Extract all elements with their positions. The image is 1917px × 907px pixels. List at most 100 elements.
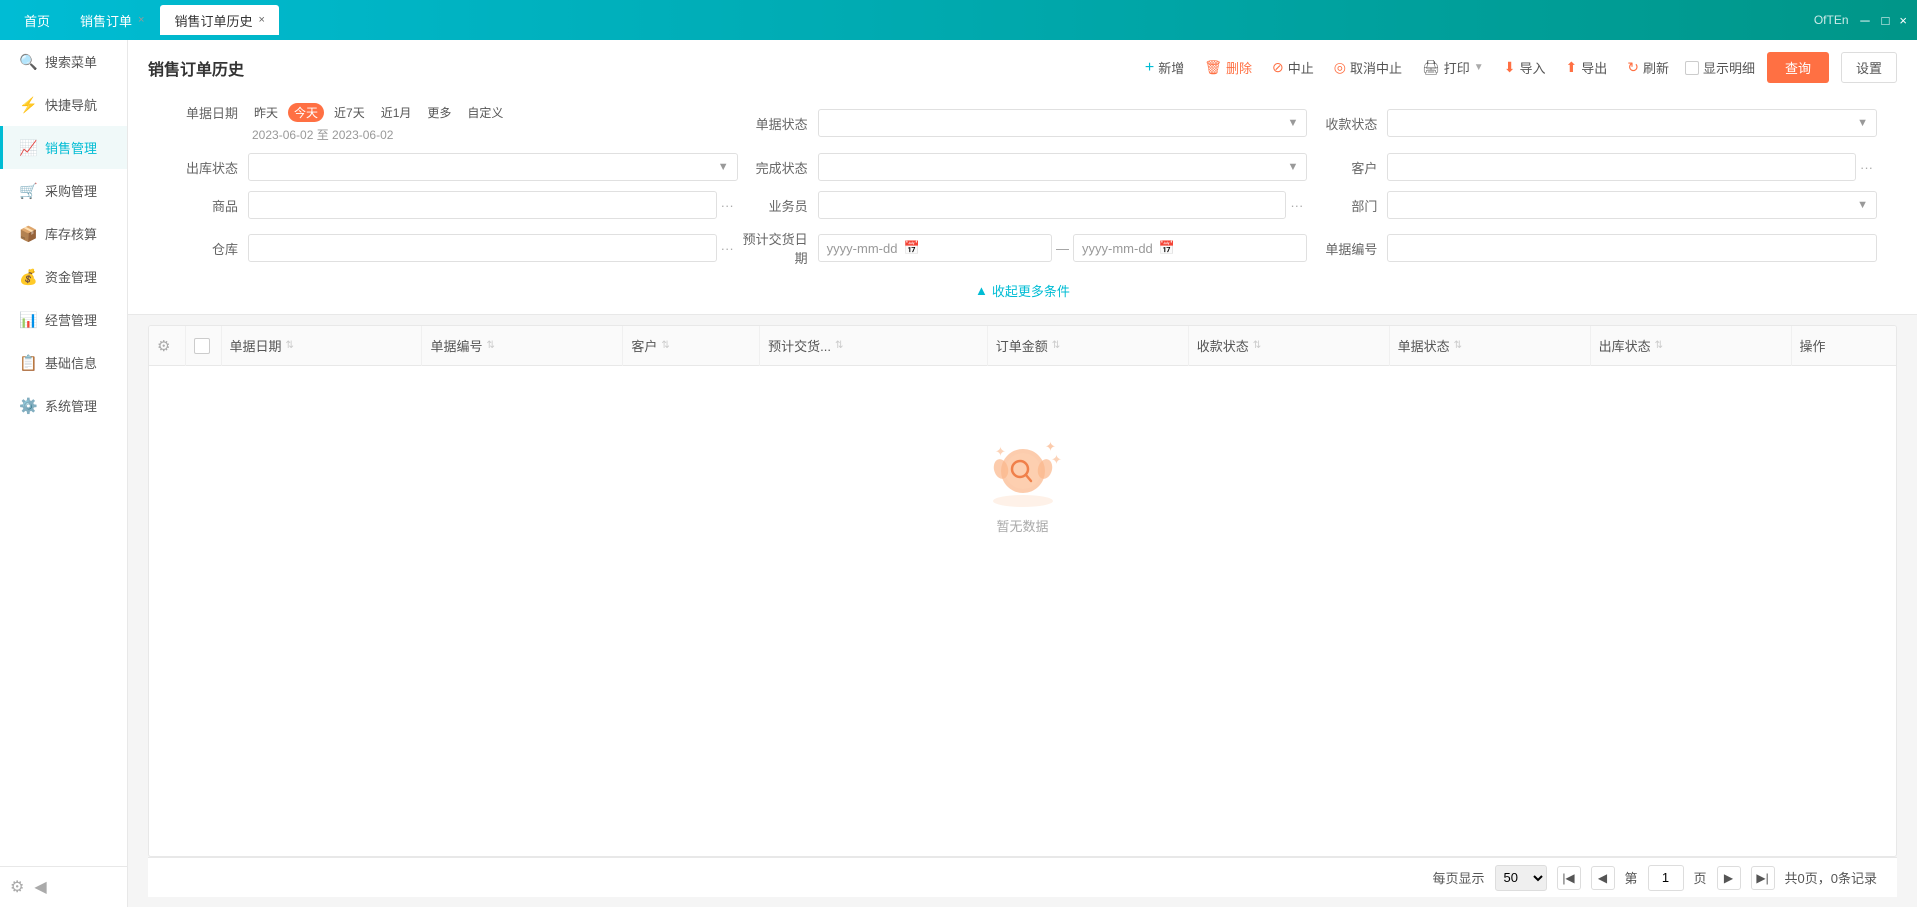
product-ellipsis[interactable]: ··· — [717, 198, 738, 213]
th-action-label: 操作 — [1800, 339, 1826, 354]
th-amount-label: 订单金额 — [996, 336, 1048, 355]
table-settings-icon[interactable]: ⚙ — [157, 338, 170, 355]
add-button[interactable]: + 新增 — [1141, 56, 1188, 79]
date-tag-1month[interactable]: 近1月 — [375, 103, 418, 122]
warehouse-ellipsis[interactable]: ··· — [717, 241, 738, 256]
setting-button[interactable]: 设置 — [1841, 52, 1897, 83]
pay-status-arrow: ▼ — [1857, 117, 1868, 129]
prev-page-btn[interactable]: ◀ — [1591, 866, 1615, 890]
date-range-display: 2023-06-02 至 2023-06-02 — [252, 126, 738, 143]
tab-sales-order-history[interactable]: 销售订单历史 × — [160, 5, 278, 35]
pay-status-label: 收款状态 — [1307, 114, 1387, 133]
delete-button[interactable]: 🗑 删除 — [1200, 56, 1256, 79]
filter-area: 单据日期 昨天 今天 近7天 近1月 更多 自定义 2023-06-02 至 2… — [148, 93, 1897, 314]
th-date-sort[interactable]: ⇅ — [286, 340, 294, 351]
delivery-date-end[interactable]: yyyy-mm-dd 📅 — [1073, 234, 1307, 262]
order-status-arrow: ▼ — [1287, 117, 1298, 129]
display-toggle[interactable]: 显示明细 — [1685, 58, 1755, 77]
sidebar-item-fund-mgmt[interactable]: 💰 资金管理 — [0, 255, 127, 298]
order-no-label: 单据编号 — [1307, 239, 1387, 258]
collapse-row[interactable]: ▲ 收起更多条件 — [168, 277, 1877, 304]
query-button[interactable]: 查询 — [1767, 52, 1829, 83]
sidebar-item-inventory-check[interactable]: 📦 库存核算 — [0, 212, 127, 255]
department-select[interactable]: ▼ — [1387, 191, 1877, 219]
customer-input[interactable] — [1387, 153, 1856, 181]
th-order-no-sort[interactable]: ⇅ — [486, 340, 494, 351]
th-settings: ⚙ — [149, 326, 185, 366]
stop-button[interactable]: ⊘ 中止 — [1268, 56, 1318, 79]
tab-home[interactable]: 首页 — [10, 5, 64, 35]
warehouse-input[interactable] — [248, 234, 717, 262]
next-page-btn[interactable]: ▶ — [1717, 866, 1741, 890]
tab-sales-order-close[interactable]: × — [138, 14, 144, 26]
date-tag-7days[interactable]: 近7天 — [328, 103, 371, 122]
th-delivery-date-label: 预计交货... — [768, 336, 831, 355]
sidebar-item-sales-mgmt[interactable]: 📈 销售管理 — [0, 126, 127, 169]
order-status-select[interactable]: ▼ — [818, 109, 1308, 137]
department-label: 部门 — [1307, 196, 1387, 215]
salesman-input[interactable] — [818, 191, 1287, 219]
th-pay-status-sort[interactable]: ⇅ — [1253, 340, 1261, 351]
display-toggle-checkbox[interactable] — [1685, 61, 1699, 75]
last-page-btn[interactable]: ▶| — [1751, 866, 1775, 890]
add-icon: + — [1145, 59, 1154, 77]
customer-ellipsis[interactable]: ··· — [1856, 160, 1877, 175]
select-all-checkbox[interactable] — [194, 338, 210, 354]
th-delivery-sort[interactable]: ⇅ — [835, 340, 843, 351]
th-stock-status-sort[interactable]: ⇅ — [1655, 340, 1663, 351]
sidebar-item-basic-info[interactable]: 📋 基础信息 — [0, 341, 127, 384]
th-customer-sort[interactable]: ⇅ — [661, 340, 669, 351]
tab-sales-order[interactable]: 销售订单 × — [66, 5, 158, 35]
export-button[interactable]: ⬆ 导出 — [1561, 56, 1611, 79]
salesman-ellipsis[interactable]: ··· — [1286, 198, 1307, 213]
page-title: 销售订单历史 — [148, 56, 244, 80]
date-tag-more[interactable]: 更多 — [421, 103, 457, 122]
delivery-date-start[interactable]: yyyy-mm-dd 📅 — [818, 234, 1052, 262]
quick-nav-icon: ⚡ — [19, 96, 37, 114]
sidebar-sales-mgmt-label: 销售管理 — [45, 138, 97, 157]
sidebar-sys-mgmt-label: 系统管理 — [45, 396, 97, 415]
page-size-label: 每页显示 — [1432, 868, 1484, 887]
content-area: 销售订单历史 + 新增 🗑 删除 ⊘ 中止 ◎ — [128, 40, 1917, 907]
print-button[interactable]: 🖨 打印 ▼ — [1418, 56, 1488, 79]
date-tag-yesterday[interactable]: 昨天 — [248, 103, 284, 122]
window-minimize[interactable]: － — [1859, 11, 1872, 30]
window-maximize[interactable]: □ — [1882, 13, 1890, 28]
table-header-row: ⚙ 单据日期 ⇅ — [149, 326, 1896, 366]
out-stock-select[interactable]: ▼ — [248, 153, 738, 181]
page-number-input[interactable] — [1648, 865, 1684, 891]
tab-sales-order-history-close[interactable]: × — [258, 14, 264, 26]
th-order-status-sort[interactable]: ⇅ — [1454, 340, 1462, 351]
date-tags: 昨天 今天 近7天 近1月 更多 自定义 — [248, 103, 738, 122]
order-no-input[interactable] — [1387, 234, 1877, 262]
delete-icon: 🗑 — [1204, 59, 1222, 76]
date-tag-custom[interactable]: 自定义 — [461, 103, 509, 122]
th-action: 操作 — [1791, 326, 1896, 366]
sidebar-item-quick-nav[interactable]: ⚡ 快捷导航 — [0, 83, 127, 126]
empty-row: ✦ ✦ ✦ 暂无数据 — [149, 366, 1896, 596]
complete-status-select[interactable]: ▼ — [818, 153, 1308, 181]
date-tag-today[interactable]: 今天 — [288, 103, 324, 122]
sidebar-item-search-menu[interactable]: 🔍 搜索菜单 — [0, 40, 127, 83]
date-label: 单据日期 — [168, 103, 248, 122]
window-close[interactable]: × — [1899, 13, 1907, 28]
svg-text:✦: ✦ — [995, 444, 1006, 459]
th-order-status-label: 单据状态 — [1398, 336, 1450, 355]
th-delivery-date: 预计交货... ⇅ — [760, 326, 988, 366]
sidebar-settings-icon[interactable]: ⚙ — [10, 877, 24, 897]
pay-status-select[interactable]: ▼ — [1387, 109, 1877, 137]
product-input[interactable] — [248, 191, 717, 219]
th-amount-sort[interactable]: ⇅ — [1052, 340, 1060, 351]
sidebar-item-purchase-mgmt[interactable]: 🛒 采购管理 — [0, 169, 127, 212]
search-menu-icon: 🔍 — [19, 53, 37, 71]
salesman-label: 业务员 — [738, 196, 818, 215]
refresh-button[interactable]: ↻ 刷新 — [1623, 56, 1673, 79]
first-page-btn[interactable]: |◀ — [1557, 866, 1581, 890]
sidebar-item-ops-mgmt[interactable]: 📊 经营管理 — [0, 298, 127, 341]
cancel-stop-button[interactable]: ◎ 取消中止 — [1330, 56, 1406, 79]
import-button[interactable]: ⬇ 导入 — [1500, 56, 1550, 79]
sidebar-search-menu-label: 搜索菜单 — [45, 52, 97, 71]
sidebar-collapse-icon[interactable]: ◀ — [34, 877, 46, 897]
page-size-select[interactable]: 10 20 50 100 — [1495, 865, 1547, 891]
sidebar-item-sys-mgmt[interactable]: ⚙️ 系统管理 — [0, 384, 127, 427]
